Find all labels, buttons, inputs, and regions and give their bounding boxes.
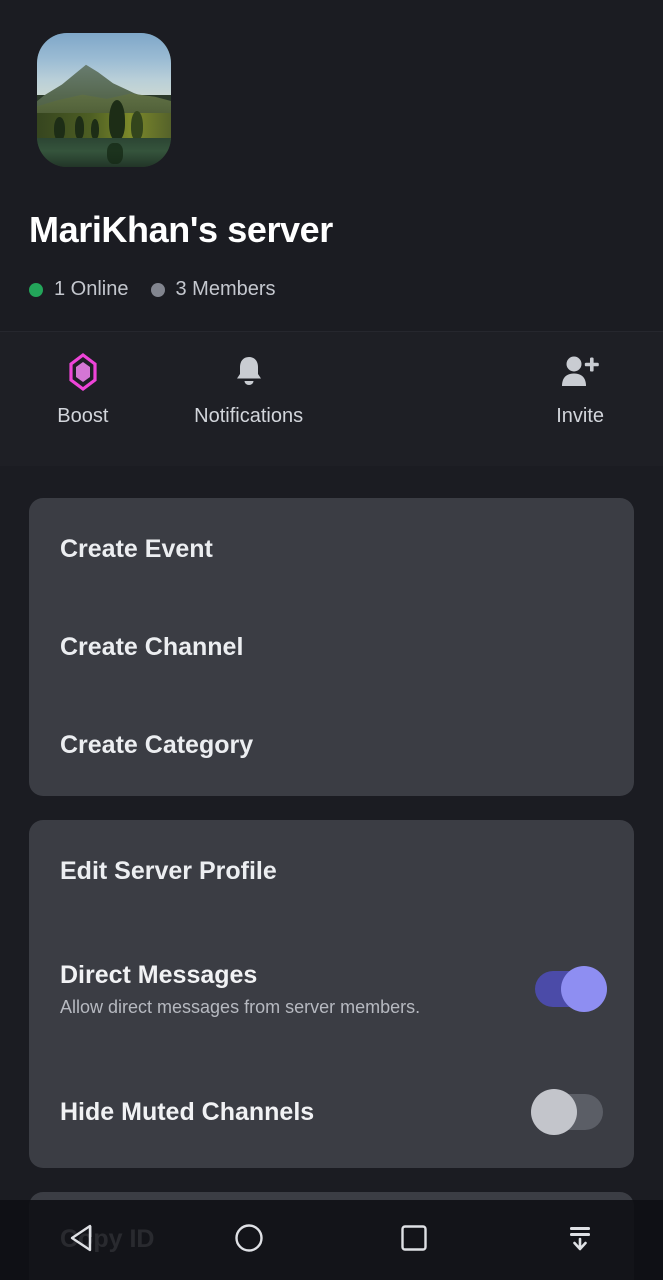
profile-card: Edit Server Profile Direct Messages Allo… (29, 820, 634, 1168)
create-event-item[interactable]: Create Event (29, 500, 634, 598)
hide-muted-channels-toggle[interactable] (531, 1089, 603, 1135)
action-notifications-label: Notifications (194, 405, 304, 427)
online-count-label: 1 Online (54, 278, 129, 300)
recents-button[interactable] (332, 1221, 498, 1260)
members-count-label: 3 Members (175, 278, 276, 300)
online-status: 1 Online (29, 278, 129, 301)
direct-messages-title: Direct Messages (60, 960, 258, 989)
direct-messages-subtitle: Allow direct messages from server member… (60, 996, 421, 1017)
back-triangle-icon (66, 1221, 100, 1260)
hide-keyboard-icon (563, 1221, 597, 1260)
action-boost-label: Boost (57, 405, 109, 427)
hide-muted-channels-item[interactable]: Hide Muted Channels (29, 1058, 634, 1166)
server-avatar[interactable] (37, 33, 171, 167)
direct-messages-toggle[interactable] (535, 966, 607, 1012)
avatar-tree (90, 118, 99, 139)
online-dot-icon (29, 282, 43, 297)
direct-messages-item[interactable]: Direct Messages Allow direct messages fr… (29, 920, 634, 1058)
server-settings-screen: MariKhan's server 1 Online 3 Members Boo… (0, 0, 663, 1280)
action-invite-label: Invite (556, 405, 605, 427)
server-meta: 1 Online 3 Members (29, 278, 276, 301)
server-header: MariKhan's server 1 Online 3 Members (0, 0, 663, 332)
create-card: Create Event Create Channel Create Categ… (29, 498, 634, 796)
members-status: 3 Members (150, 278, 276, 301)
recents-square-icon (397, 1221, 431, 1260)
avatar-tree (130, 110, 143, 141)
edit-server-profile-label: Edit Server Profile (60, 856, 277, 885)
person-add-icon (559, 352, 601, 392)
edit-server-profile-item[interactable]: Edit Server Profile (29, 822, 634, 920)
create-category-item[interactable]: Create Category (29, 696, 634, 794)
action-notifications[interactable]: Notifications (166, 352, 332, 428)
create-channel-item[interactable]: Create Channel (29, 598, 634, 696)
back-button[interactable] (0, 1221, 166, 1260)
bell-icon (233, 352, 265, 392)
create-category-label: Create Category (60, 730, 254, 759)
home-button[interactable] (166, 1221, 332, 1260)
home-circle-icon (232, 1221, 266, 1260)
create-channel-label: Create Channel (60, 632, 244, 661)
toggle-knob (531, 1089, 577, 1135)
avatar-water (37, 137, 171, 167)
toggle-knob (561, 966, 607, 1012)
page-title: MariKhan's server (29, 209, 333, 250)
dismiss-button[interactable] (497, 1221, 663, 1260)
android-navigation-bar (0, 1200, 663, 1280)
avatar-tree (74, 116, 84, 139)
avatar-reflection (106, 142, 123, 165)
settings-scroll-area: Create Event Create Channel Create Categ… (0, 466, 663, 1280)
avatar-tree (109, 100, 126, 141)
boost-gem-icon (68, 352, 98, 392)
hide-muted-channels-title: Hide Muted Channels (60, 1097, 315, 1126)
members-dot-icon (150, 282, 165, 297)
create-event-label: Create Event (60, 534, 213, 563)
server-action-bar: Boost Notifications Invite (0, 332, 663, 787)
action-boost[interactable]: Boost (0, 352, 166, 428)
action-invite[interactable]: Invite (497, 352, 663, 428)
